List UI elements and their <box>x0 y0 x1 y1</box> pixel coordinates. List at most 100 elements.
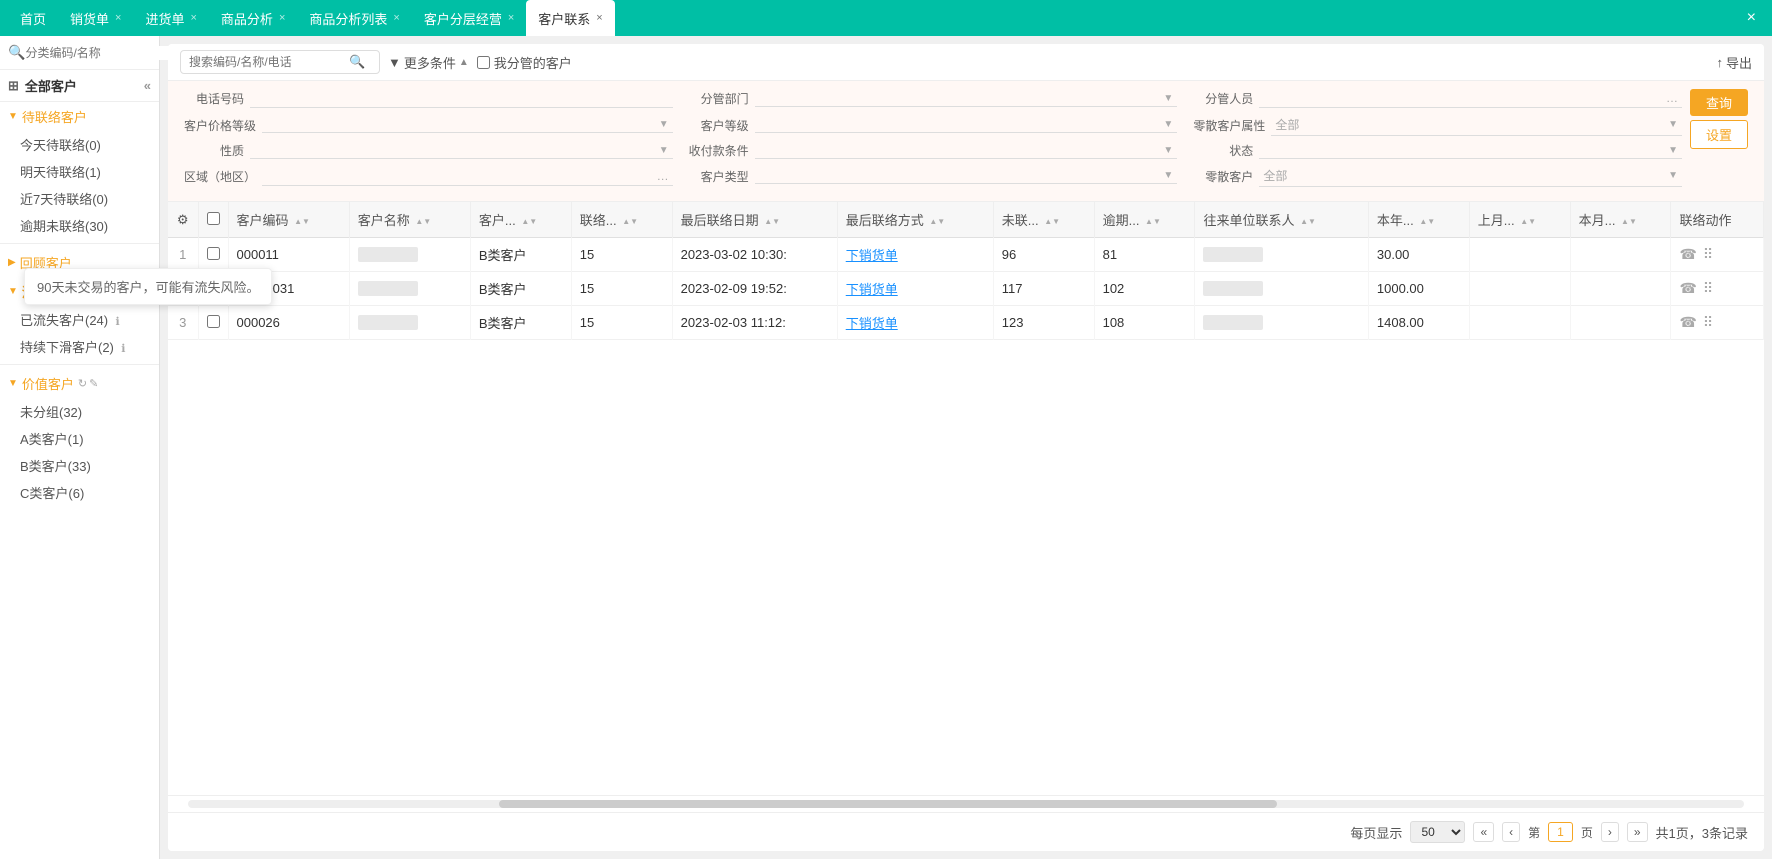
row-checkbox-cell[interactable] <box>198 238 228 272</box>
my-customer-check[interactable] <box>477 56 490 69</box>
horizontal-scroll[interactable] <box>168 795 1764 812</box>
select-all-checkbox[interactable] <box>207 212 220 225</box>
scroll-track[interactable] <box>188 800 1744 808</box>
sidebar-item-a-class[interactable]: A类客户(1) <box>0 425 159 452</box>
method-link[interactable]: 下销货单 <box>846 282 898 297</box>
row-last-method[interactable]: 下销货单 <box>837 272 993 306</box>
export-button[interactable]: ↑ 导出 <box>1716 53 1752 72</box>
nature-select[interactable]: ▼ <box>250 143 673 159</box>
sort-this-month: ▲▼ <box>1621 217 1637 226</box>
sidebar-all-customers[interactable]: ⊞ 全部客户 « <box>0 70 159 102</box>
next-page-btn[interactable]: › <box>1601 822 1619 842</box>
cust-lvl-select[interactable]: ▼ <box>755 117 1178 133</box>
sidebar-item-today[interactable]: 今天待联络(0) <box>0 131 159 158</box>
row-customer-type: B类客户 <box>470 306 571 340</box>
th-checkbox[interactable] <box>198 202 228 238</box>
close-customer-tier-tab[interactable]: × <box>508 12 514 24</box>
contact-icon[interactable]: ☎ <box>1679 246 1696 263</box>
edit-icon[interactable]: ✎ <box>89 377 98 390</box>
method-link[interactable]: 下销货单 <box>846 248 898 263</box>
close-purchase-tab[interactable]: × <box>190 12 196 24</box>
first-page-btn[interactable]: « <box>1473 822 1494 842</box>
sidebar-item-7days[interactable]: 近7天待联络(0) <box>0 185 159 212</box>
table-row: 1 000011 B类客户 15 2023-03-02 10:30: 下销货单 … <box>168 238 1764 272</box>
close-sales-tab[interactable]: × <box>115 12 121 24</box>
last-page-btn[interactable]: » <box>1627 822 1648 842</box>
contact-icon[interactable]: ☎ <box>1679 280 1696 297</box>
more-icon[interactable]: ⠿ <box>1703 246 1713 263</box>
nav-customer-contact[interactable]: 客户联系 × <box>526 0 614 36</box>
sidebar-search-area: 🔍 <box>0 36 159 70</box>
top-navigation: 首页 销货单 × 进货单 × 商品分析 × 商品分析列表 × 客户分层经营 × … <box>0 0 1772 36</box>
sidebar-item-b-class[interactable]: B类客户(33) <box>0 452 159 479</box>
sidebar-item-overdue[interactable]: 逾期未联络(30) <box>0 212 159 239</box>
nav-product-analysis[interactable]: 商品分析 × <box>209 0 297 36</box>
query-button[interactable]: 查询 <box>1690 89 1748 116</box>
more-filter-btn[interactable]: ▼ 更多条件 ▲ <box>388 53 469 72</box>
th-overdue[interactable]: 逾期... ▲▼ <box>1094 202 1195 238</box>
th-contact[interactable]: 联络... ▲▼ <box>571 202 672 238</box>
status-select[interactable]: ▼ <box>1259 143 1682 159</box>
sidebar-item-already-lost[interactable]: 已流失客户(24) ℹ <box>0 306 159 333</box>
grid-icon: ⊞ <box>8 78 19 94</box>
sidebar-item-declining[interactable]: 持续下滑客户(2) ℹ <box>0 333 159 360</box>
th-gear[interactable]: ⚙ <box>168 202 198 238</box>
row-checkbox-cell[interactable] <box>198 306 228 340</box>
row-last-method[interactable]: 下销货单 <box>837 238 993 272</box>
settings-button[interactable]: 设置 <box>1690 120 1748 149</box>
th-last-method[interactable]: 最后联络方式 ▲▼ <box>837 202 993 238</box>
mgr-select[interactable]: … <box>1259 89 1682 108</box>
nav-sales[interactable]: 销货单 × <box>58 0 133 36</box>
search-button[interactable]: 🔍 <box>349 54 365 70</box>
th-type[interactable]: 客户... ▲▼ <box>470 202 571 238</box>
cust-type-select[interactable]: ▼ <box>755 168 1178 184</box>
sidebar-search-input[interactable] <box>25 46 180 60</box>
sidebar-collapse-btn[interactable]: « <box>144 78 151 93</box>
scattered-cust-select[interactable]: 全部 ▼ <box>1259 165 1682 187</box>
payment-select[interactable]: ▼ <box>755 143 1178 159</box>
th-this-year[interactable]: 本年... ▲▼ <box>1368 202 1469 238</box>
row-last-method[interactable]: 下销货单 <box>837 306 993 340</box>
sidebar-group-value-label[interactable]: ▼ 价值客户 ↻ ✎ <box>0 369 159 398</box>
sidebar-item-c-class[interactable]: C类客户(6) <box>0 479 159 506</box>
nav-customer-tier[interactable]: 客户分层经营 × <box>412 0 526 36</box>
refresh-icon[interactable]: ↻ <box>78 377 87 390</box>
method-link[interactable]: 下销货单 <box>846 316 898 331</box>
prev-page-btn[interactable]: ‹ <box>1502 822 1520 842</box>
region-label: 区域（地区） <box>184 168 256 185</box>
phone-input[interactable] <box>250 89 673 108</box>
th-last-date[interactable]: 最后联络日期 ▲▼ <box>672 202 837 238</box>
sidebar-item-ungrouped[interactable]: 未分组(32) <box>0 398 159 425</box>
mgr-dots[interactable]: … <box>1666 91 1678 105</box>
scroll-thumb[interactable] <box>499 800 1277 808</box>
close-product-list-tab[interactable]: × <box>393 12 399 24</box>
nav-purchase[interactable]: 进货单 × <box>133 0 208 36</box>
th-unlinked[interactable]: 未联... ▲▼ <box>993 202 1094 238</box>
close-all-tabs[interactable]: × <box>1739 9 1764 27</box>
th-name[interactable]: 客户名称 ▲▼ <box>349 202 470 238</box>
close-product-analysis-tab[interactable]: × <box>279 12 285 24</box>
price-lvl-select[interactable]: ▼ <box>262 117 673 133</box>
more-icon[interactable]: ⠿ <box>1703 314 1713 331</box>
nav-product-analysis-list[interactable]: 商品分析列表 × <box>297 0 411 36</box>
scattered-select[interactable]: 全部 ▼ <box>1271 114 1682 136</box>
more-icon[interactable]: ⠿ <box>1703 280 1713 297</box>
search-input[interactable] <box>189 55 349 69</box>
page-size-select[interactable]: 50 10 20 100 <box>1410 821 1465 843</box>
row-checkbox[interactable] <box>207 247 220 260</box>
region-select[interactable]: … <box>262 167 673 186</box>
close-customer-contact-tab[interactable]: × <box>596 12 602 24</box>
sidebar-item-tomorrow[interactable]: 明天待联络(1) <box>0 158 159 185</box>
contact-icon[interactable]: ☎ <box>1679 314 1696 331</box>
row-checkbox[interactable] <box>207 315 220 328</box>
sidebar-group-pending-label[interactable]: ▼ 待联络客户 <box>0 102 159 131</box>
row-last-month <box>1469 306 1570 340</box>
my-customer-checkbox[interactable]: 我分管的客户 <box>477 53 572 72</box>
nav-home[interactable]: 首页 <box>8 0 58 36</box>
region-dots[interactable]: … <box>657 169 669 183</box>
th-last-month[interactable]: 上月... ▲▼ <box>1469 202 1570 238</box>
th-code[interactable]: 客户编码 ▲▼ <box>228 202 349 238</box>
th-this-month[interactable]: 本月... ▲▼ <box>1570 202 1671 238</box>
th-contacts[interactable]: 往来单位联系人 ▲▼ <box>1195 202 1368 238</box>
dept-select[interactable]: ▼ <box>755 91 1178 107</box>
